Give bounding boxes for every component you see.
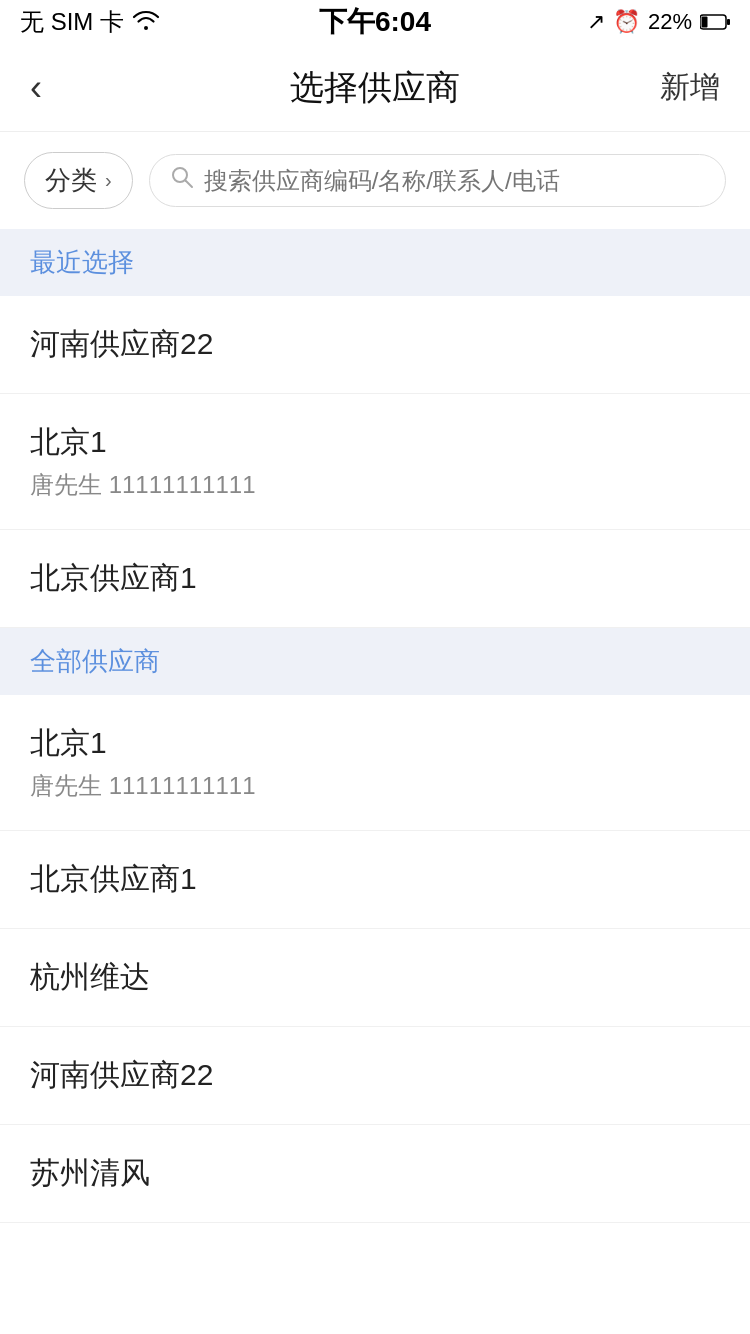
list-item[interactable]: 河南供应商22 bbox=[0, 296, 750, 394]
add-action-button[interactable]: 新增 bbox=[660, 67, 720, 108]
item-sub: 唐先生 11111111111 bbox=[30, 469, 720, 501]
all-list: 北京1 唐先生 11111111111 北京供应商1 杭州维达河南供应商22 苏州清风 bbox=[0, 695, 750, 1223]
recent-list: 河南供应商22 北京1 唐先生 11111111111 北京供应商1 bbox=[0, 296, 750, 628]
list-item[interactable]: 北京供应商1 bbox=[0, 530, 750, 628]
item-name: 北京1 bbox=[30, 422, 720, 463]
list-item[interactable]: 北京1 唐先生 11111111111 bbox=[0, 394, 750, 530]
recent-section-header: 最近选择 bbox=[0, 229, 750, 296]
search-box bbox=[149, 154, 726, 207]
item-sub: 唐先生 11111111111 bbox=[30, 770, 720, 802]
category-button[interactable]: 分类 › bbox=[24, 152, 133, 209]
svg-rect-1 bbox=[727, 19, 730, 25]
list-item[interactable]: 北京1 唐先生 11111111111 bbox=[0, 695, 750, 831]
item-name: 北京供应商1 bbox=[30, 558, 720, 599]
status-time: 下午6:04 bbox=[319, 3, 431, 41]
search-icon bbox=[170, 165, 194, 196]
svg-line-4 bbox=[185, 181, 192, 188]
list-item[interactable]: 河南供应商22 bbox=[0, 1027, 750, 1125]
back-button[interactable]: ‹ bbox=[30, 67, 90, 109]
filter-bar: 分类 › bbox=[0, 132, 750, 229]
item-name: 杭州维达 bbox=[30, 957, 720, 998]
item-name: 苏州清风 bbox=[30, 1153, 720, 1194]
alarm-icon: ⏰ bbox=[613, 9, 640, 35]
list-item[interactable]: 苏州清风 bbox=[0, 1125, 750, 1223]
svg-rect-2 bbox=[702, 17, 708, 28]
search-input[interactable] bbox=[204, 167, 705, 195]
status-right: ↗ ⏰ 22% bbox=[587, 9, 730, 35]
battery-label: 22% bbox=[648, 9, 692, 35]
item-name: 北京供应商1 bbox=[30, 859, 720, 900]
item-name: 北京1 bbox=[30, 723, 720, 764]
item-name: 河南供应商22 bbox=[30, 324, 720, 365]
nav-bar: ‹ 选择供应商 新增 bbox=[0, 44, 750, 132]
carrier-label: 无 SIM 卡 bbox=[20, 6, 124, 38]
wifi-icon bbox=[132, 8, 160, 36]
status-left: 无 SIM 卡 bbox=[20, 6, 160, 38]
chevron-right-icon: › bbox=[105, 169, 112, 192]
all-section-header: 全部供应商 bbox=[0, 628, 750, 695]
list-item[interactable]: 北京供应商1 bbox=[0, 831, 750, 929]
status-bar: 无 SIM 卡 下午6:04 ↗ ⏰ 22% bbox=[0, 0, 750, 44]
list-item[interactable]: 杭州维达 bbox=[0, 929, 750, 1027]
page-title: 选择供应商 bbox=[90, 65, 660, 111]
category-label: 分类 bbox=[45, 163, 97, 198]
item-name: 河南供应商22 bbox=[30, 1055, 720, 1096]
location-icon: ↗ bbox=[587, 9, 605, 35]
battery-icon bbox=[700, 13, 730, 31]
